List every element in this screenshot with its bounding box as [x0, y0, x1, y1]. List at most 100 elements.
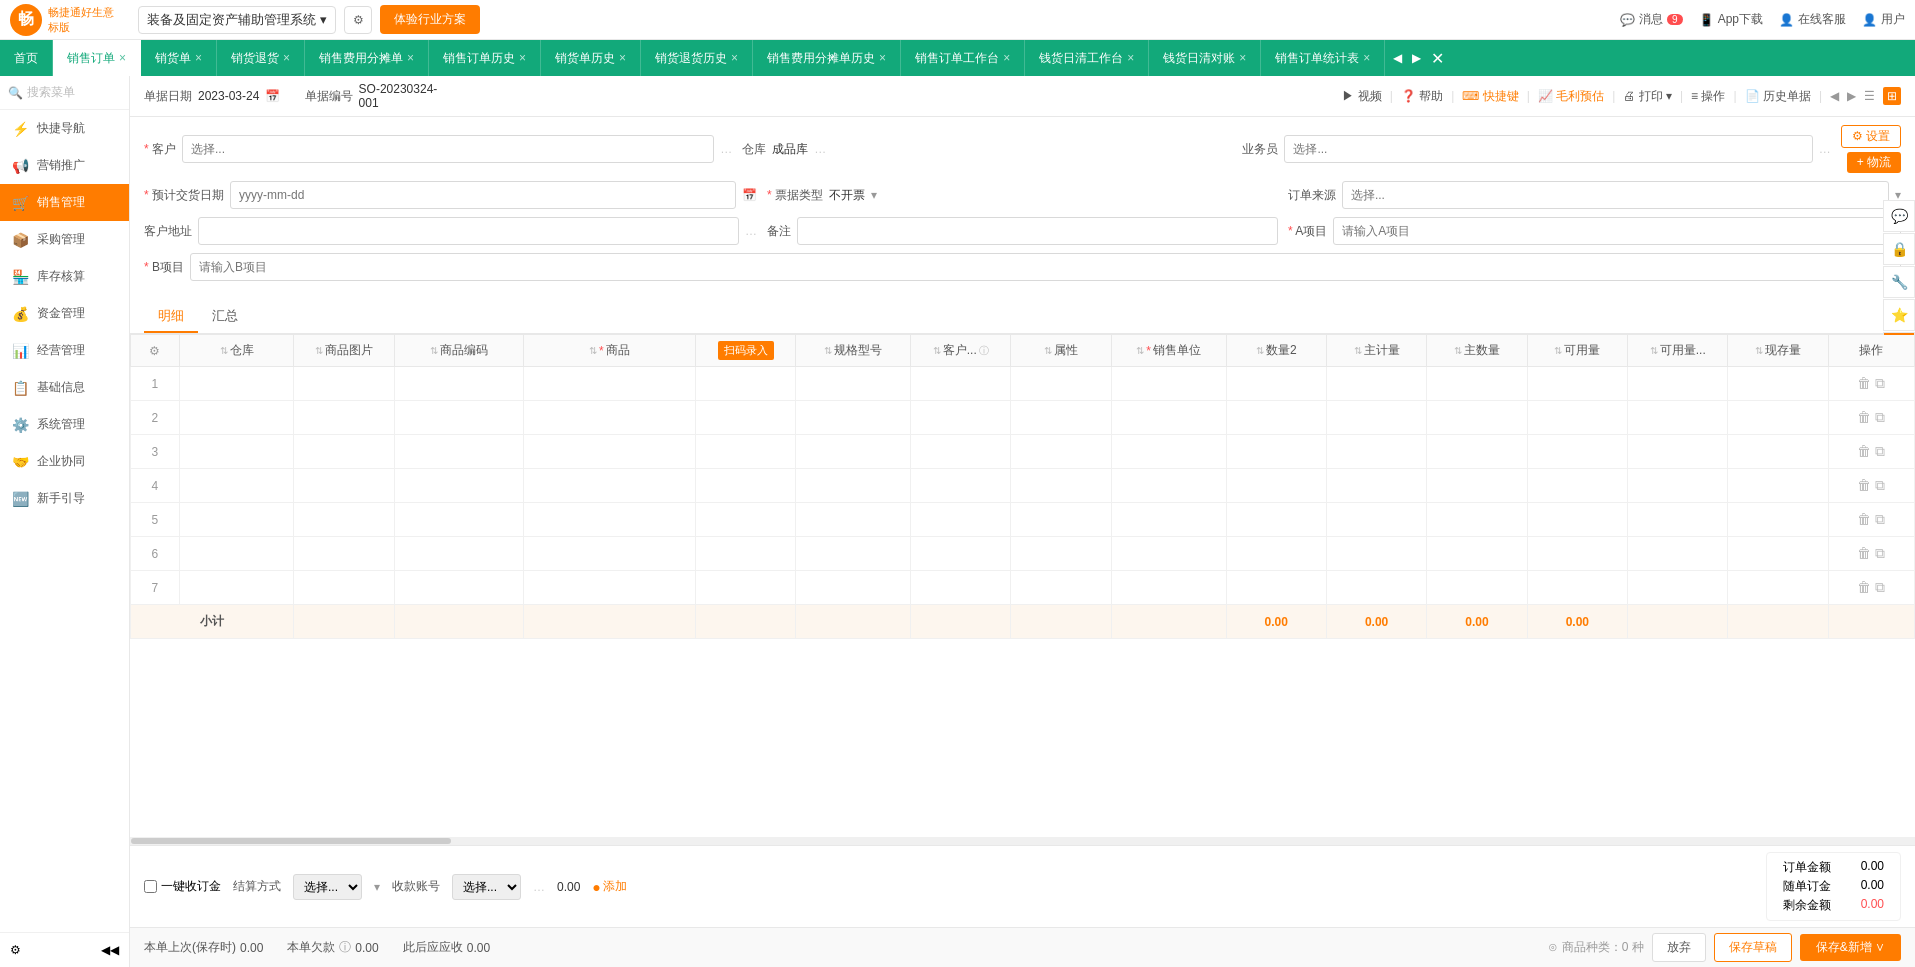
sidebar-item-system[interactable]: ⚙️ 系统管理	[0, 406, 129, 443]
table-cell[interactable]	[695, 367, 795, 401]
sort-icon[interactable]: ⇅	[1136, 345, 1144, 356]
table-cell[interactable]	[911, 367, 1011, 401]
online-support-btn[interactable]: 👤 在线客服	[1779, 11, 1846, 28]
table-cell[interactable]	[1427, 435, 1527, 469]
table-cell[interactable]	[1628, 469, 1728, 503]
tab-close-icon[interactable]: ×	[879, 51, 886, 65]
table-cell[interactable]	[911, 571, 1011, 605]
table-cell[interactable]	[1628, 367, 1728, 401]
delivery-date-input[interactable]	[230, 181, 736, 209]
table-cell[interactable]	[1527, 367, 1627, 401]
table-cell[interactable]	[1011, 571, 1111, 605]
a-project-input[interactable]	[1333, 217, 1901, 245]
table-cell[interactable]	[796, 537, 911, 571]
table-cell[interactable]	[796, 367, 911, 401]
sort-icon[interactable]: ⇅	[1755, 345, 1763, 356]
copy-icon[interactable]: ⧉	[1875, 545, 1885, 562]
table-cell[interactable]	[179, 469, 294, 503]
float-btn-1[interactable]: 💬	[1883, 200, 1915, 232]
print-btn[interactable]: 🖨 打印 ▾	[1623, 88, 1672, 105]
table-cell[interactable]	[796, 571, 911, 605]
list-view-icon[interactable]: ☰	[1864, 89, 1875, 103]
table-cell[interactable]	[1326, 401, 1426, 435]
delete-icon[interactable]: 🗑	[1857, 545, 1871, 562]
table-cell[interactable]	[911, 503, 1011, 537]
table-cell[interactable]	[179, 537, 294, 571]
tab-close-icon[interactable]: ×	[407, 51, 414, 65]
sort-icon[interactable]: ⇅	[430, 345, 438, 356]
table-cell[interactable]	[1628, 537, 1728, 571]
table-cell[interactable]	[911, 435, 1011, 469]
table-cell[interactable]	[1628, 571, 1728, 605]
tab-detail[interactable]: 明细	[144, 301, 198, 333]
tab-fee-history[interactable]: 销售费用分摊单历史 ×	[753, 40, 901, 76]
customer-input[interactable]	[182, 135, 714, 163]
settings-icon[interactable]: ⚙	[344, 6, 372, 34]
copy-icon[interactable]: ⧉	[1875, 511, 1885, 528]
table-cell[interactable]	[1226, 367, 1326, 401]
tab-sales-bill-history[interactable]: 销货单历史 ×	[541, 40, 641, 76]
tab-summary[interactable]: 汇总	[198, 301, 252, 333]
table-cell[interactable]	[1226, 571, 1326, 605]
tab-sales-order[interactable]: 销售订单 ×	[53, 40, 141, 76]
float-btn-3[interactable]: 🔧	[1883, 266, 1915, 298]
table-cell[interactable]	[294, 401, 394, 435]
table-cell[interactable]	[394, 503, 523, 537]
table-cell[interactable]	[394, 469, 523, 503]
sidebar-item-marketing[interactable]: 📢 营销推广	[0, 147, 129, 184]
copy-icon[interactable]: ⧉	[1875, 579, 1885, 596]
address-more-icon[interactable]: …	[745, 224, 757, 238]
sort-icon[interactable]: ⇅	[824, 345, 832, 356]
nav-right-arrow[interactable]: ▶	[1408, 49, 1425, 67]
tab-close-icon[interactable]: ×	[1239, 51, 1246, 65]
table-cell[interactable]	[796, 401, 911, 435]
table-cell[interactable]	[523, 401, 695, 435]
table-cell[interactable]	[695, 537, 795, 571]
table-cell[interactable]	[1427, 367, 1527, 401]
b-project-input[interactable]	[190, 253, 1901, 281]
col-settings-icon[interactable]: ⚙	[149, 344, 160, 358]
table-cell[interactable]	[294, 537, 394, 571]
message-btn[interactable]: 💬 消息 9	[1620, 11, 1683, 28]
nav-close-all[interactable]: ✕	[1427, 47, 1448, 70]
sort-icon[interactable]: ⇅	[220, 345, 228, 356]
table-cell[interactable]	[1326, 571, 1426, 605]
tab-sales-history[interactable]: 销售订单历史 ×	[429, 40, 541, 76]
table-cell[interactable]	[911, 537, 1011, 571]
add-btn[interactable]: ● 添加	[592, 878, 626, 895]
table-cell[interactable]	[1011, 469, 1111, 503]
table-cell[interactable]	[911, 401, 1011, 435]
table-cell[interactable]	[1527, 537, 1627, 571]
table-cell[interactable]	[1527, 435, 1627, 469]
table-cell[interactable]	[1011, 435, 1111, 469]
sort-icon[interactable]: ⇅	[1454, 345, 1462, 356]
table-cell[interactable]	[1527, 571, 1627, 605]
copy-icon[interactable]: ⧉	[1875, 409, 1885, 426]
table-cell[interactable]	[1427, 503, 1527, 537]
sort-icon[interactable]: ⇅	[1354, 345, 1362, 356]
collection-account-select[interactable]: 选择...	[452, 874, 521, 900]
scan-btn[interactable]: 扫码录入	[718, 341, 774, 360]
tab-close-icon[interactable]: ×	[195, 51, 202, 65]
video-btn[interactable]: ▶ 视频	[1342, 88, 1381, 105]
table-cell[interactable]	[523, 537, 695, 571]
scrollbar-area[interactable]	[130, 837, 1915, 845]
tab-close-icon[interactable]: ×	[619, 51, 626, 65]
table-cell[interactable]	[294, 367, 394, 401]
table-cell[interactable]	[1527, 469, 1627, 503]
table-cell[interactable]	[179, 503, 294, 537]
table-cell[interactable]	[695, 503, 795, 537]
table-cell[interactable]	[695, 469, 795, 503]
sidebar-item-basic-info[interactable]: 📋 基础信息	[0, 369, 129, 406]
sidebar-search[interactable]: 🔍 搜索菜单	[0, 76, 129, 110]
help-btn[interactable]: ❓ 帮助	[1401, 88, 1443, 105]
tab-close-icon[interactable]: ×	[1003, 51, 1010, 65]
tab-close-icon[interactable]: ×	[519, 51, 526, 65]
table-cell[interactable]	[294, 435, 394, 469]
table-cell[interactable]	[294, 469, 394, 503]
table-cell[interactable]	[1326, 469, 1426, 503]
table-cell[interactable]	[1527, 503, 1627, 537]
th-settings[interactable]: ⚙	[131, 335, 180, 367]
add-material-btn[interactable]: + 物流	[1847, 152, 1901, 173]
table-cell[interactable]	[1527, 401, 1627, 435]
